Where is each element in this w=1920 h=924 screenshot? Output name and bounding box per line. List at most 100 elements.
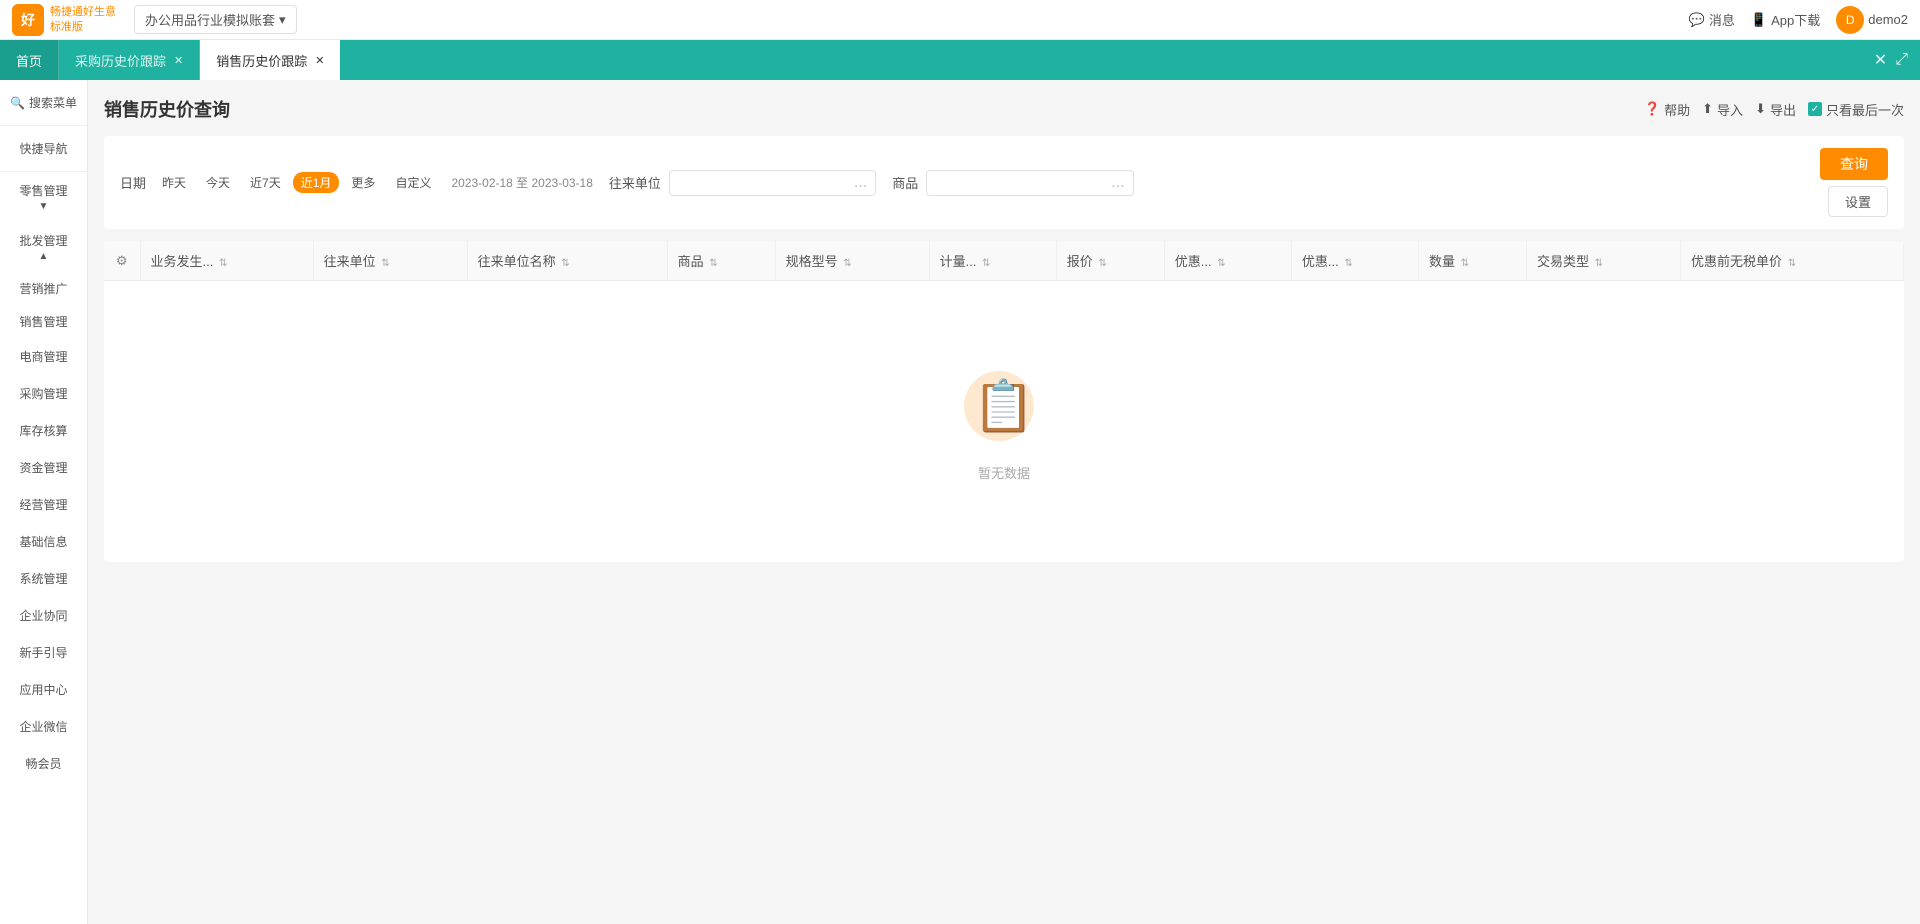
message-icon: 💬 [1689,12,1705,28]
table-wrap: ⚙ 业务发生... ⇅ 往来单位 ⇅ 往来单位名称 ⇅ [104,241,1904,562]
filter-bar: 日期 昨天 今天 近7天 近1月 更多 自定义 2023-02-18 至 202… [104,136,1904,229]
unit-picker-icon[interactable]: ... [854,174,867,192]
empty-text: 暂无数据 [978,463,1030,482]
sidebar-item-system[interactable]: 系统管理 [0,560,87,597]
tab-sales-label: 销售历史价跟踪 [216,51,307,70]
date-label: 日期 [120,173,146,192]
tab-purchase-close[interactable]: ✕ [174,54,183,67]
empty-state: 📋 暂无数据 [104,281,1904,562]
th-quantity[interactable]: 数量 ⇅ [1418,241,1526,281]
import-button[interactable]: ⬆ 导入 [1702,100,1743,119]
sidebar: 🔍 搜索菜单 快捷导航 零售管理 ▼ 批发管理 ▲ 营销推广 销售管理 电商管理… [0,80,88,924]
table-header: ⚙ 业务发生... ⇅ 往来单位 ⇅ 往来单位名称 ⇅ [104,241,1904,281]
close-tab-button[interactable]: ✕ [1874,50,1887,70]
export-button[interactable]: ⬇ 导出 [1755,100,1796,119]
sort-icon: ⇅ [1595,258,1603,269]
sidebar-item-inventory[interactable]: 库存核算 [0,412,87,449]
tab-sales-close[interactable]: ✕ [315,54,324,67]
topbar: 好 畅捷通好生意 标准版 办公用品行业模拟账套 ▾ 💬 消息 📱 App下载 D… [0,0,1920,40]
search-icon: 🔍 [10,96,25,110]
tab-purchase-label: 采购历史价跟踪 [75,51,166,70]
import-icon: ⬆ [1702,101,1713,117]
topbar-right: 💬 消息 📱 App下载 D demo2 [1689,6,1908,34]
sidebar-item-enterprise[interactable]: 企业协同 [0,597,87,634]
unit-input-wrap[interactable]: ... [669,170,876,196]
th-discount2[interactable]: 优惠... ⇅ [1291,241,1418,281]
sort-icon: ⇅ [1344,258,1352,269]
th-discount1[interactable]: 优惠... ⇅ [1164,241,1291,281]
th-pre-tax-price[interactable]: 优惠前无税单价 ⇅ [1680,241,1903,281]
only-last-checkbox[interactable]: ✓ 只看最后一次 [1808,100,1904,119]
sort-icon: ⇅ [843,258,851,269]
sidebar-item-sales-mgmt[interactable]: 销售管理 [0,305,87,338]
help-icon: ❓ [1644,101,1660,117]
user-menu[interactable]: D demo2 [1836,6,1908,34]
tab-home-label: 首页 [16,51,42,70]
sort-icon: ⇅ [561,258,569,269]
sort-icon: ⇅ [709,258,717,269]
th-product[interactable]: 商品 ⇅ [667,241,775,281]
th-settings[interactable]: ⚙ [104,241,140,281]
sidebar-item-guide[interactable]: 新手引导 [0,634,87,671]
app-download-button[interactable]: 📱 App下载 [1751,10,1820,29]
sidebar-item-wholesale[interactable]: 批发管理 ▲ [0,222,87,272]
sidebar-search-section: 🔍 搜索菜单 [0,80,87,126]
tab-home[interactable]: 首页 [0,40,59,80]
gear-icon[interactable]: ⚙ [116,253,128,268]
sidebar-item-vip[interactable]: 畅会员 [0,745,87,782]
th-unit[interactable]: 计量... ⇅ [929,241,1056,281]
help-button[interactable]: ❓ 帮助 [1644,100,1690,119]
settings-button[interactable]: 设置 [1828,186,1888,217]
page-title: 销售历史价查询 [104,96,230,122]
avatar: D [1836,6,1864,34]
shortcut-1month[interactable]: 近1月 [293,172,340,193]
unit-label: 往来单位 [609,173,661,192]
sidebar-item-wechat[interactable]: 企业微信 [0,708,87,745]
sort-icon: ⇅ [1217,258,1225,269]
unit-input[interactable] [678,175,854,190]
sort-icon: ⇅ [1461,258,1469,269]
th-trade-type[interactable]: 交易类型 ⇅ [1526,241,1680,281]
sidebar-item-quick-nav[interactable]: 快捷导航 [0,132,87,165]
sidebar-item-marketing[interactable]: 营销推广 [0,272,87,305]
message-button[interactable]: 💬 消息 [1689,10,1735,29]
sort-icon: ⇅ [1098,258,1106,269]
th-unit-code[interactable]: 往来单位 ⇅ [313,241,467,281]
date-filter: 日期 昨天 今天 近7天 近1月 更多 自定义 2023-02-18 至 202… [120,172,593,193]
shortcut-custom[interactable]: 自定义 [387,172,439,193]
product-input[interactable] [935,175,1111,190]
data-table: ⚙ 业务发生... ⇅ 往来单位 ⇅ 往来单位名称 ⇅ [104,241,1904,281]
sidebar-nav-section: 快捷导航 [0,126,87,172]
sidebar-item-ecommerce[interactable]: 电商管理 [0,338,87,375]
sidebar-item-finance[interactable]: 资金管理 [0,449,87,486]
product-picker-icon[interactable]: ... [1111,174,1124,192]
query-button[interactable]: 查询 [1820,148,1888,180]
shortcut-7days[interactable]: 近7天 [242,172,289,193]
logo-text: 畅捷通好生意 标准版 [50,5,116,34]
sidebar-item-appstore[interactable]: 应用中心 [0,671,87,708]
shortcut-more[interactable]: 更多 [343,172,383,193]
app-selector[interactable]: 办公用品行业模拟账套 ▾ [134,5,297,34]
sort-icon: ⇅ [381,258,389,269]
shortcut-yesterday[interactable]: 昨天 [154,172,194,193]
date-shortcuts: 昨天 今天 近7天 近1月 更多 自定义 [154,172,439,193]
sidebar-item-operations[interactable]: 经营管理 [0,486,87,523]
th-quote[interactable]: 报价 ⇅ [1056,241,1164,281]
th-biz-date[interactable]: 业务发生... ⇅ [140,241,313,281]
th-unit-name[interactable]: 往来单位名称 ⇅ [467,241,667,281]
empty-icon: 📋 [959,361,1049,451]
th-spec[interactable]: 规格型号 ⇅ [775,241,929,281]
chevron-down-icon: ▾ [279,12,286,28]
sidebar-item-retail[interactable]: 零售管理 ▼ [0,172,87,222]
search-menu-button[interactable]: 🔍 搜索菜单 [8,90,79,115]
sort-icon: ⇅ [219,258,227,269]
empty-illustration: 📋 [959,361,1049,451]
product-input-wrap[interactable]: ... [926,170,1133,196]
sidebar-item-basic[interactable]: 基础信息 [0,523,87,560]
shortcut-today[interactable]: 今天 [198,172,238,193]
tab-sales-history[interactable]: 销售历史价跟踪 ✕ [200,40,340,80]
sort-icon: ⇅ [1788,258,1796,269]
sidebar-item-purchase[interactable]: 采购管理 [0,375,87,412]
tab-purchase-history[interactable]: 采购历史价跟踪 ✕ [59,40,200,80]
maximize-button[interactable]: ⤢ [1895,51,1908,69]
